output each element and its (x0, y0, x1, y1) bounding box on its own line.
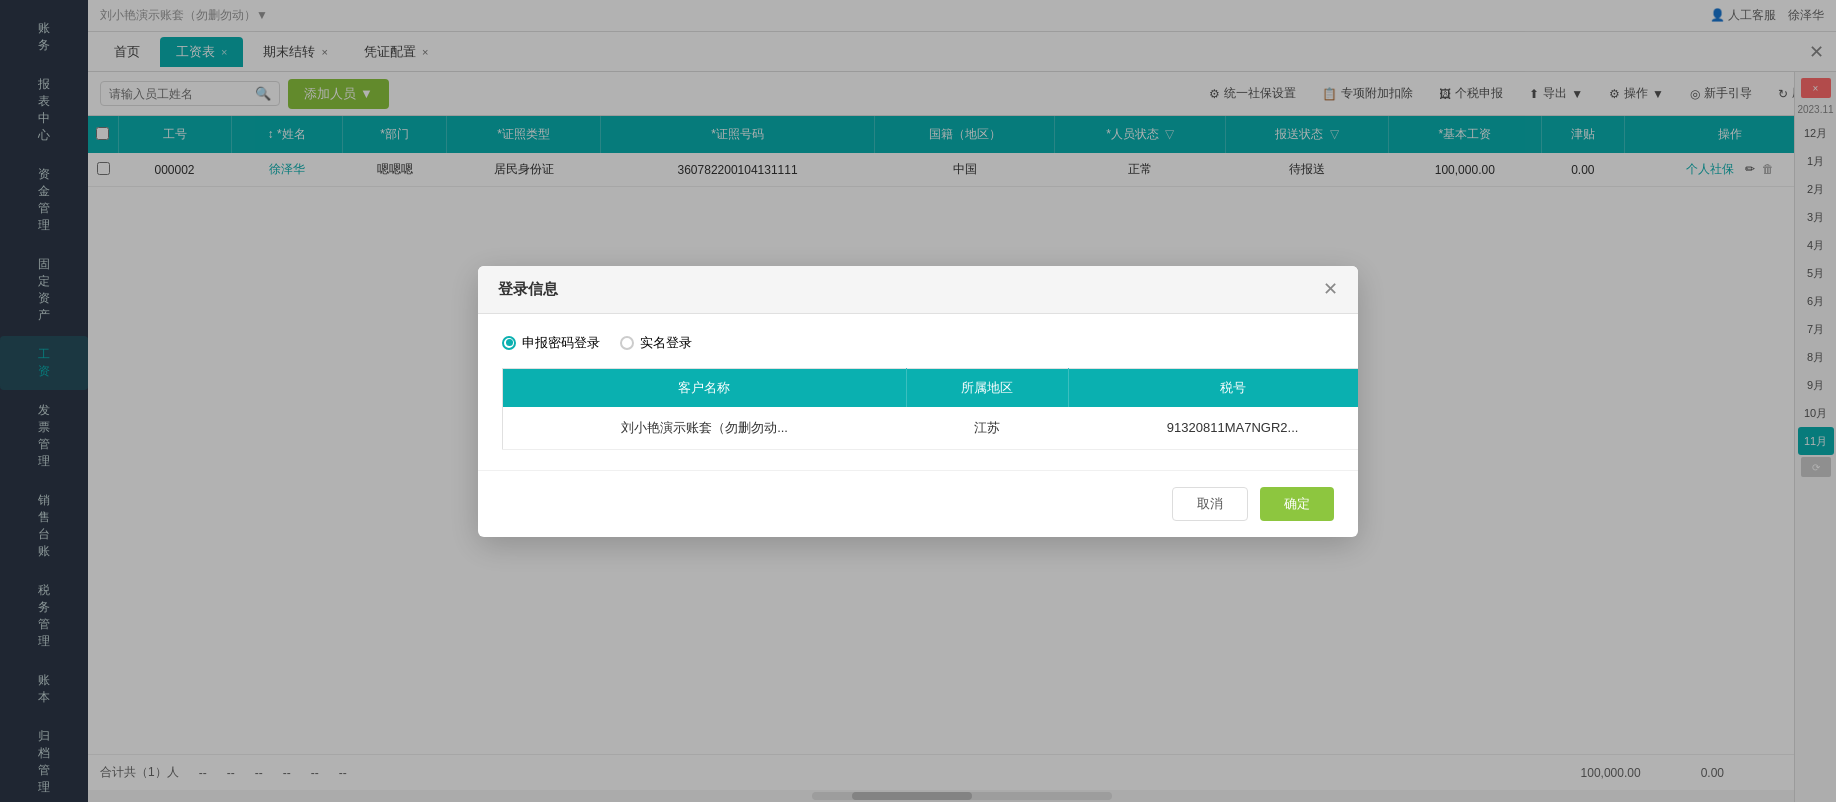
modal-col-client-name: 客户名称 (503, 368, 907, 407)
modal-overlay: 登录信息 ✕ 申报密码登录 实名登录 客户名称 所属地区 (0, 0, 1836, 802)
radio-realname-login[interactable]: 实名登录 (620, 334, 692, 352)
confirm-button[interactable]: 确定 (1260, 487, 1334, 521)
cancel-button[interactable]: 取消 (1172, 487, 1248, 521)
modal-cell-region: 江苏 (906, 407, 1068, 450)
modal-col-region: 所属地区 (906, 368, 1068, 407)
radio-password-circle (502, 336, 516, 350)
radio-password-label: 申报密码登录 (522, 334, 600, 352)
radio-group: 申报密码登录 实名登录 (502, 334, 1334, 352)
modal-table-row: 刘小艳演示账套（勿删勿动... 江苏 91320811MA7NGR2... (503, 407, 1359, 450)
modal-header: 登录信息 ✕ (478, 266, 1358, 314)
modal-cell-client-name: 刘小艳演示账套（勿删勿动... (503, 407, 907, 450)
modal-body: 申报密码登录 实名登录 客户名称 所属地区 税号 个税密码 (478, 314, 1358, 470)
login-info-modal: 登录信息 ✕ 申报密码登录 实名登录 客户名称 所属地区 (478, 266, 1358, 537)
modal-col-tax-id: 税号 (1069, 368, 1358, 407)
modal-close-btn[interactable]: ✕ (1323, 278, 1338, 300)
modal-title: 登录信息 (498, 280, 558, 299)
login-info-table: 客户名称 所属地区 税号 个税密码 刘小艳演示账套（勿删勿动... 江苏 913… (502, 368, 1358, 450)
radio-password-login[interactable]: 申报密码登录 (502, 334, 600, 352)
modal-footer: 取消 确定 (478, 470, 1358, 537)
modal-cell-tax-id: 91320811MA7NGR2... (1069, 407, 1358, 450)
radio-realname-circle (620, 336, 634, 350)
radio-realname-label: 实名登录 (640, 334, 692, 352)
